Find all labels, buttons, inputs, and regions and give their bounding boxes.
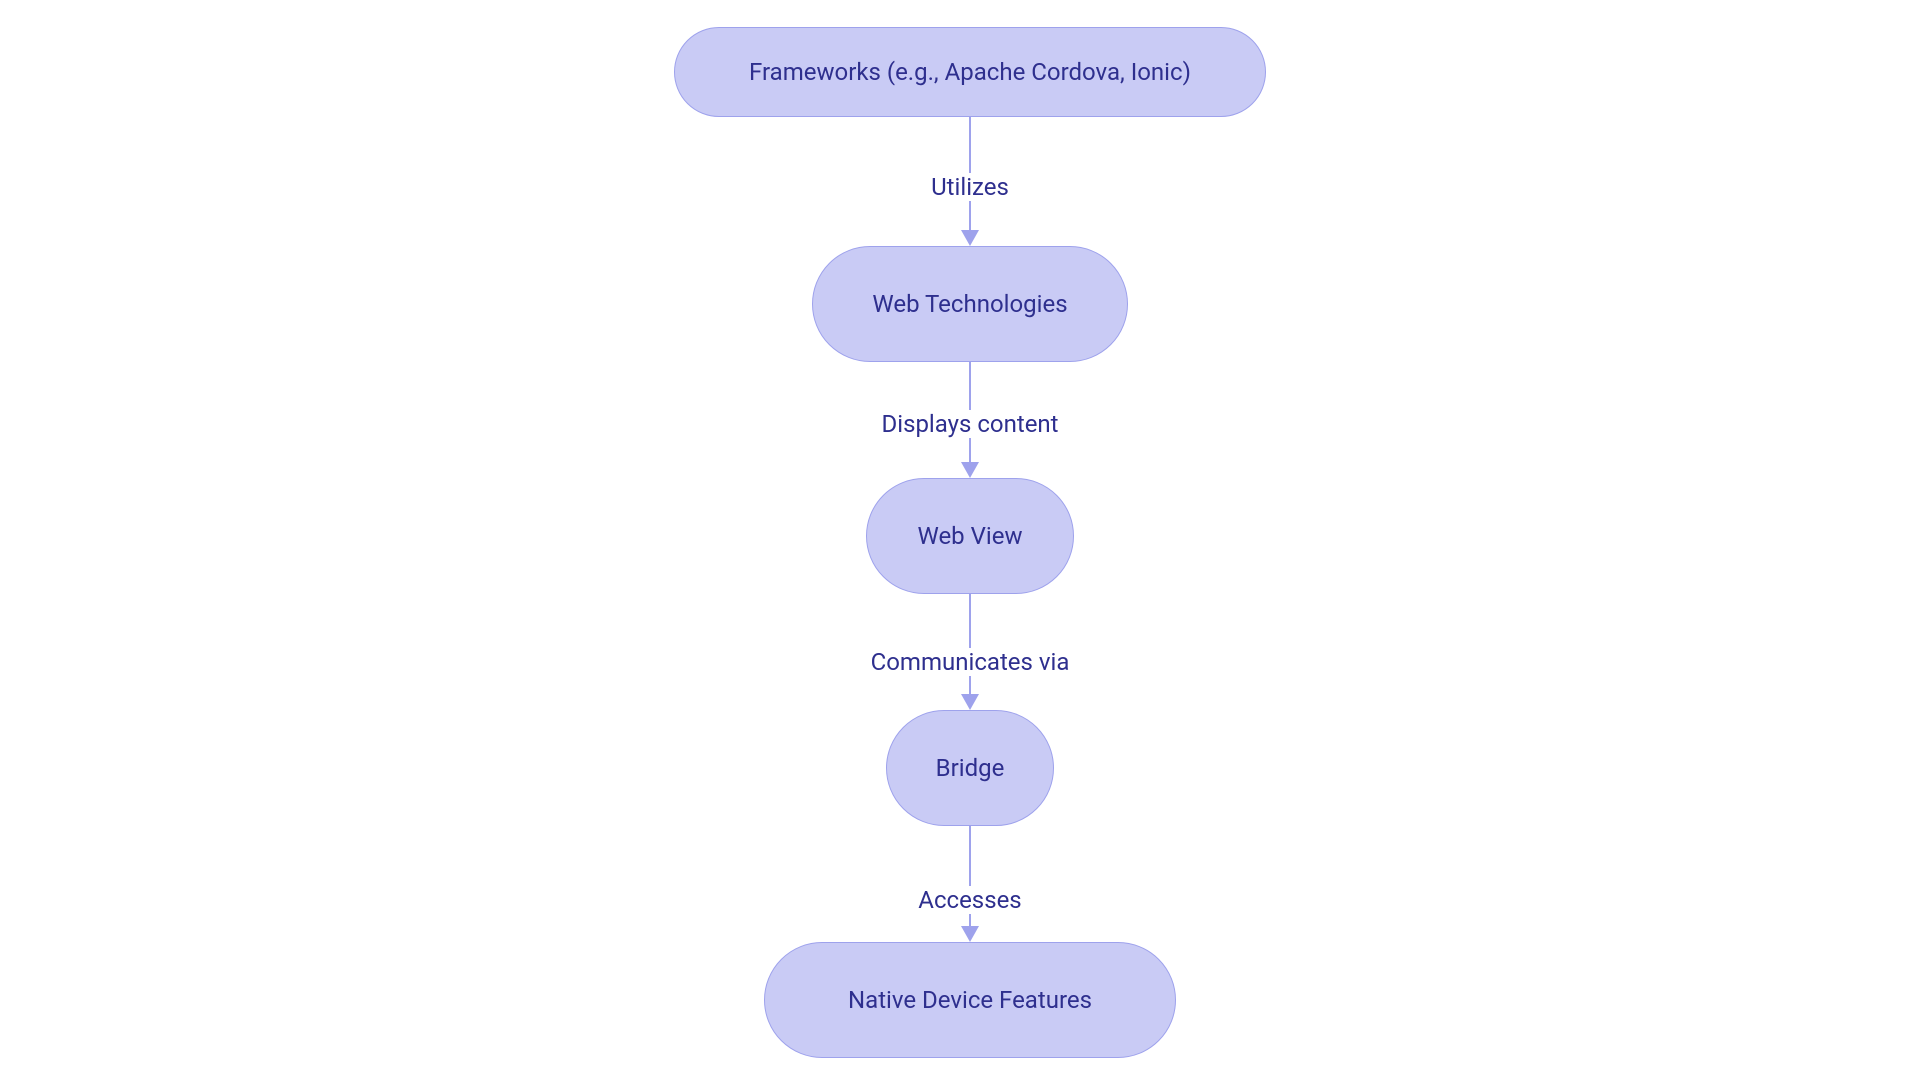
- node-web-tech: Web Technologies: [812, 246, 1128, 362]
- node-native: Native Device Features: [764, 942, 1176, 1058]
- node-web-view: Web View: [866, 478, 1074, 594]
- diagram-canvas: Frameworks (e.g., Apache Cordova, Ionic)…: [0, 0, 1920, 1083]
- node-label: Native Device Features: [848, 986, 1092, 1014]
- arrow-head-icon: [961, 462, 979, 478]
- edge-line: [969, 594, 971, 694]
- node-bridge: Bridge: [886, 710, 1054, 826]
- edge-label: Utilizes: [925, 173, 1015, 201]
- edge-label: Displays content: [875, 410, 1064, 438]
- node-label: Bridge: [936, 754, 1005, 782]
- edge-label: Accesses: [912, 886, 1027, 914]
- arrow-head-icon: [961, 926, 979, 942]
- arrow-head-icon: [961, 694, 979, 710]
- node-label: Web Technologies: [872, 290, 1067, 318]
- arrow-head-icon: [961, 230, 979, 246]
- node-frameworks: Frameworks (e.g., Apache Cordova, Ionic): [674, 27, 1266, 117]
- node-label: Web View: [918, 522, 1023, 550]
- node-label: Frameworks (e.g., Apache Cordova, Ionic): [749, 58, 1191, 86]
- edge-label: Communicates via: [865, 648, 1076, 676]
